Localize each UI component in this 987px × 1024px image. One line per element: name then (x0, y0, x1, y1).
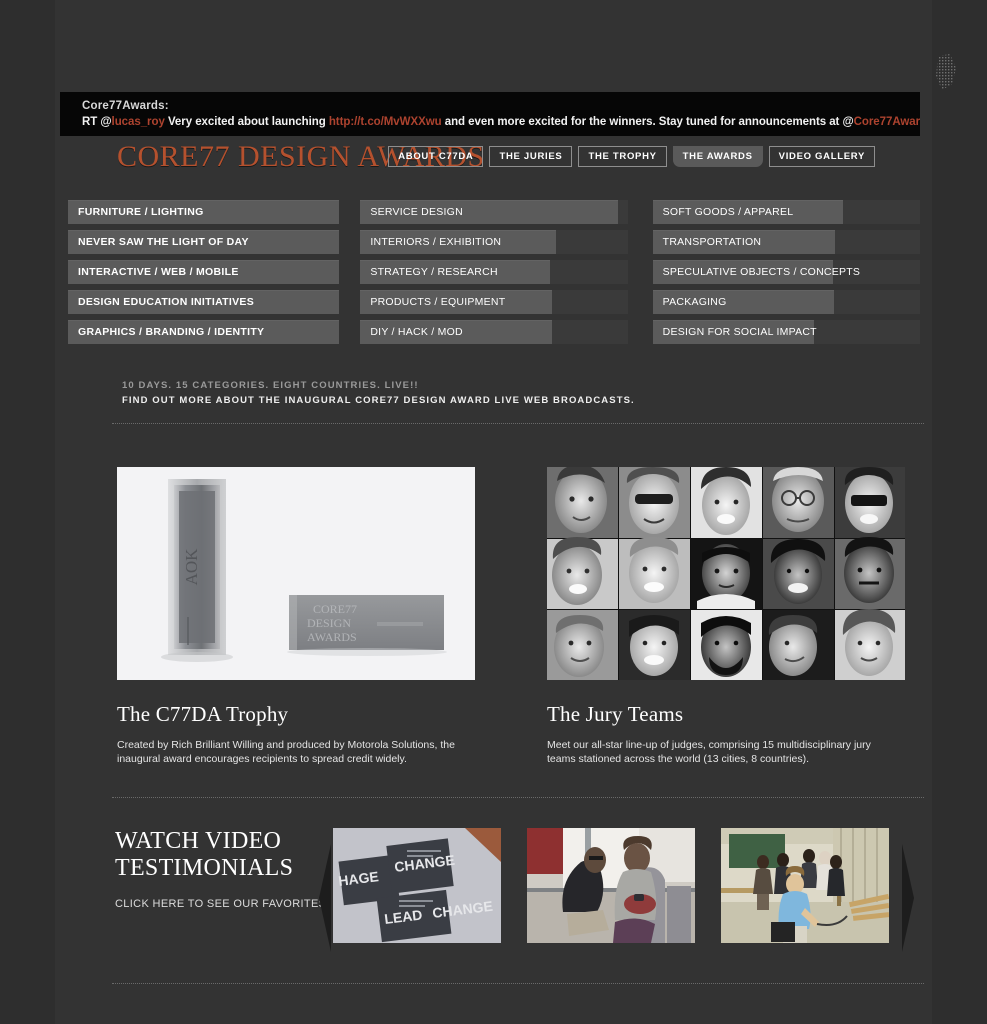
category-products-equipment[interactable]: PRODUCTS / EQUIPMENT (360, 290, 553, 314)
category-label: DESIGN FOR SOCIAL IMPACT (662, 326, 817, 338)
category-column-1: FURNITURE / LIGHTING NEVER SAW THE LIGHT… (68, 200, 339, 350)
category-label: PACKAGING (662, 296, 727, 308)
category-packaging[interactable]: PACKAGING (652, 290, 834, 314)
page-container: Core77Awards: RT @lucas_roy Very excited… (55, 0, 932, 1024)
category-label: DIY / HACK / MOD (370, 326, 463, 338)
video-testimonials-section: WATCH VIDEO TESTIMONIALS CLICK HERE TO S… (55, 820, 932, 980)
category-column-3: SOFT GOODS / APPAREL TRANSPORTATION SPEC… (652, 200, 920, 350)
nav-item-video-gallery[interactable]: VIDEO GALLERY (768, 146, 875, 167)
main-navigation: ABOUT C77DA THE JURIES THE TROPHY THE AW… (388, 146, 875, 167)
divider-top (112, 423, 924, 424)
ticker-tweet: RT @lucas_roy Very excited about launchi… (82, 116, 920, 128)
divider-middle (112, 797, 924, 798)
category-diy-hack-mod[interactable]: DIY / HACK / MOD (360, 320, 553, 344)
category-row: NEVER SAW THE LIGHT OF DAY (68, 230, 339, 254)
category-never-saw-the-light-of-day[interactable]: NEVER SAW THE LIGHT OF DAY (68, 230, 339, 254)
category-graphics-branding-identity[interactable]: GRAPHICS / BRANDING / IDENTITY (68, 320, 339, 344)
ticker-link[interactable]: http://t.co/MvWXXwu (329, 116, 442, 128)
category-strategy-research[interactable]: STRATEGY / RESEARCH (360, 260, 551, 284)
feature-jury: The Jury Teams Meet our all-star line-up… (547, 467, 905, 766)
category-row: GRAPHICS / BRANDING / IDENTITY (68, 320, 339, 344)
feature-title-jury[interactable]: The Jury Teams (547, 702, 905, 727)
nav-item-the-trophy[interactable]: THE TROPHY (578, 146, 667, 167)
svg-text:AOK: AOK (182, 548, 201, 586)
category-label: PRODUCTS / EQUIPMENT (370, 296, 506, 308)
category-row: INTERACTIVE / WEB / MOBILE (68, 260, 339, 284)
category-label: FURNITURE / LIGHTING (78, 206, 204, 218)
award-categories: FURNITURE / LIGHTING NEVER SAW THE LIGHT… (55, 200, 932, 350)
jury-portrait-grid[interactable] (547, 467, 905, 680)
category-row: STRATEGY / RESEARCH (360, 260, 628, 284)
ticker-body-2: and even more excited for the winners. S… (441, 116, 854, 128)
category-label: NEVER SAW THE LIGHT OF DAY (78, 236, 249, 248)
category-label: INTERACTIVE / WEB / MOBILE (78, 266, 239, 278)
carousel-next-arrow-icon[interactable] (900, 842, 916, 954)
category-label: STRATEGY / RESEARCH (370, 266, 498, 278)
category-row: DESIGN FOR SOCIAL IMPACT (652, 320, 920, 344)
category-interactive-web-mobile[interactable]: INTERACTIVE / WEB / MOBILE (68, 260, 339, 284)
category-design-education-initiatives[interactable]: DESIGN EDUCATION INITIATIVES (68, 290, 339, 314)
feature-description-trophy: Created by Rich Brilliant Willing and pr… (117, 739, 455, 765)
feature-trophy: AOK CORE77 DESIGN AWARDS The C77DA Troph… (117, 467, 475, 766)
category-label: SERVICE DESIGN (370, 206, 463, 218)
svg-text:AWARDS: AWARDS (307, 630, 357, 644)
video-thumb-bus-riders[interactable] (527, 828, 695, 943)
broadcast-blurb: 10 DAYS. 15 CATEGORIES. EIGHT COUNTRIES.… (122, 380, 822, 406)
category-row: INTERIORS / EXHIBITION (360, 230, 628, 254)
ticker-prefix: RT @ (82, 116, 112, 128)
broadcast-cta[interactable]: FIND OUT MORE ABOUT THE INAUGURAL CORE77… (122, 395, 822, 406)
site-header: CORE77 DESIGN AWARDS ABOUT C77DA THE JUR… (55, 140, 932, 182)
category-column-2: SERVICE DESIGN INTERIORS / EXHIBITION ST… (360, 200, 628, 350)
video-thumb-workshop[interactable] (721, 828, 889, 943)
category-transportation[interactable]: TRANSPORTATION (652, 230, 835, 254)
divider-bottom (112, 983, 924, 984)
category-row: SPECULATIVE OBJECTS / CONCEPTS (652, 260, 920, 284)
category-label: GRAPHICS / BRANDING / IDENTITY (78, 326, 265, 338)
category-row: TRANSPORTATION (652, 230, 920, 254)
category-label: SOFT GOODS / APPAREL (662, 206, 794, 218)
twitter-ticker[interactable]: Core77Awards: RT @lucas_roy Very excited… (60, 92, 920, 136)
nav-item-the-juries[interactable]: THE JURIES (489, 146, 573, 167)
category-row: SERVICE DESIGN (360, 200, 628, 224)
category-row: PACKAGING (652, 290, 920, 314)
ticker-mention-lucas-roy[interactable]: lucas_roy (112, 116, 165, 128)
ticker-account: Core77Awards: (82, 100, 169, 112)
broadcast-tagline: 10 DAYS. 15 CATEGORIES. EIGHT COUNTRIES.… (122, 380, 419, 391)
category-soft-goods-apparel[interactable]: SOFT GOODS / APPAREL (652, 200, 843, 224)
category-row: FURNITURE / LIGHTING (68, 200, 339, 224)
svg-text:CORE77: CORE77 (313, 602, 357, 616)
category-furniture-lighting[interactable]: FURNITURE / LIGHTING (68, 200, 339, 224)
nav-item-about-c77da[interactable]: ABOUT C77DA (388, 146, 484, 167)
category-label: DESIGN EDUCATION INITIATIVES (78, 296, 255, 308)
feature-description-jury: Meet our all-star line-up of judges, com… (547, 739, 871, 765)
category-service-design[interactable]: SERVICE DESIGN (360, 200, 619, 224)
carousel-prev-arrow-icon[interactable] (317, 842, 333, 954)
category-speculative-objects-concepts[interactable]: SPECULATIVE OBJECTS / CONCEPTS (652, 260, 860, 284)
trophy-photo[interactable]: AOK CORE77 DESIGN AWARDS (117, 467, 475, 680)
ticker-mention-core77awards[interactable]: Core77Awards (854, 116, 920, 128)
category-interiors-exhibition[interactable]: INTERIORS / EXHIBITION (360, 230, 557, 254)
category-row: DIY / HACK / MOD (360, 320, 628, 344)
category-label: INTERIORS / EXHIBITION (370, 236, 502, 248)
nav-item-the-awards[interactable]: THE AWARDS (672, 146, 763, 167)
video-thumbnail-strip: HAGE CHANGE LEAD CHANGE (333, 828, 889, 943)
category-label: TRANSPORTATION (662, 236, 762, 248)
category-design-for-social-impact[interactable]: DESIGN FOR SOCIAL IMPACT (652, 320, 817, 344)
video-thumb-lead-change[interactable]: HAGE CHANGE LEAD CHANGE (333, 828, 501, 943)
category-row: SOFT GOODS / APPAREL (652, 200, 920, 224)
feature-title-trophy[interactable]: The C77DA Trophy (117, 702, 475, 727)
svg-text:DESIGN: DESIGN (307, 616, 351, 630)
feature-section: AOK CORE77 DESIGN AWARDS The C77DA Troph… (55, 467, 932, 766)
category-row: DESIGN EDUCATION INITIATIVES (68, 290, 339, 314)
category-label: SPECULATIVE OBJECTS / CONCEPTS (662, 266, 861, 278)
ticker-body-1: Very excited about launching (164, 116, 329, 128)
category-row: PRODUCTS / EQUIPMENT (360, 290, 628, 314)
